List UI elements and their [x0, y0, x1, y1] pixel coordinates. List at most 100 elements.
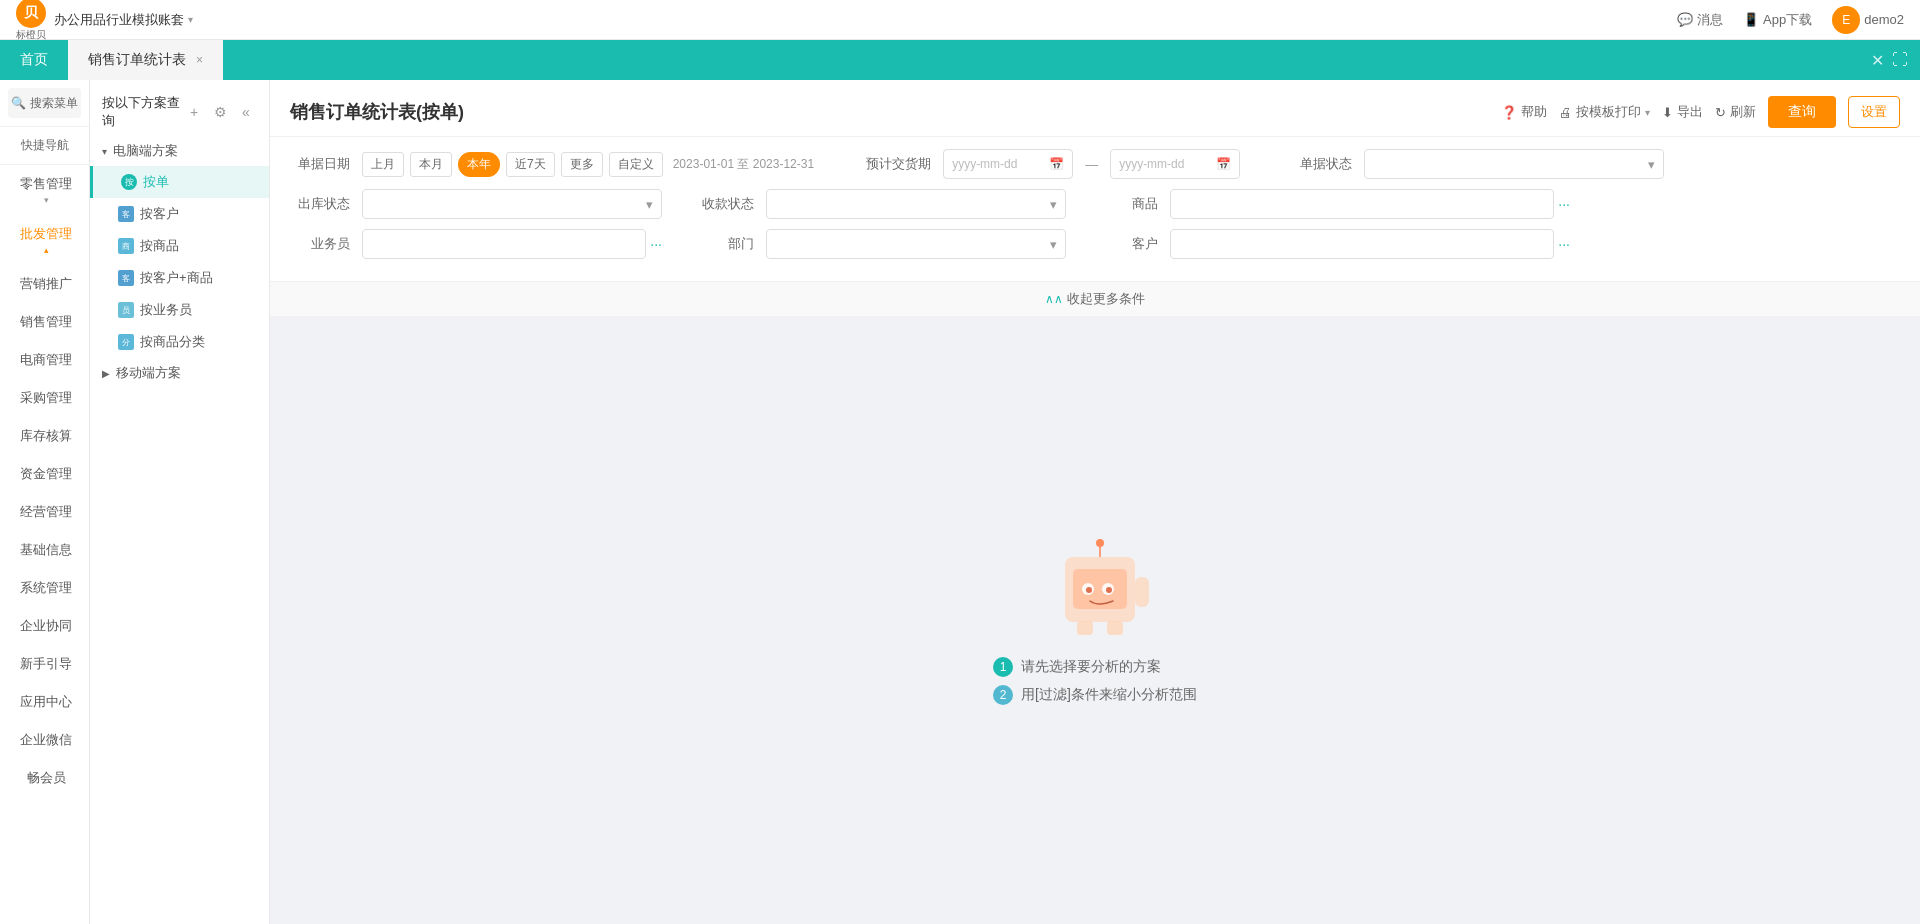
refresh-button[interactable]: ↻ 刷新	[1715, 103, 1756, 121]
sidebar-item-system[interactable]: 系统管理	[0, 569, 89, 607]
out-status-chevron-icon: ▾	[646, 197, 653, 212]
calendar-end-icon[interactable]: 📅	[1216, 157, 1231, 171]
empty-area: 1 请先选择要分析的方案 2 用[过滤]条件来缩小分析范围	[270, 317, 1920, 924]
tab-close-icon[interactable]: ×	[196, 53, 203, 67]
sidebar-item-wechat[interactable]: 企业微信	[0, 721, 89, 759]
search-icon: 🔍	[11, 96, 26, 110]
empty-content: 1 请先选择要分析的方案 2 用[过滤]条件来缩小分析范围	[993, 537, 1197, 705]
left-panel-header: 按以下方案查询 + ⚙ «	[90, 88, 269, 136]
date-curr-month-button[interactable]: 本月	[410, 152, 452, 177]
date-week-button[interactable]: 近7天	[506, 152, 555, 177]
left-panel-title: 按以下方案查询	[102, 94, 183, 130]
print-chevron-icon: ▾	[1645, 107, 1650, 118]
out-status-label: 出库状态	[290, 195, 350, 213]
add-scheme-button[interactable]: +	[183, 101, 205, 123]
export-label: 导出	[1677, 103, 1703, 121]
svg-point-7	[1096, 539, 1104, 547]
sidebar-item-inventory[interactable]: 库存核算	[0, 417, 89, 455]
staff-input[interactable]	[362, 229, 646, 259]
empty-tip-2: 2 用[过滤]条件来缩小分析范围	[993, 685, 1197, 705]
quick-nav-button[interactable]: 快捷导航	[0, 131, 89, 160]
app-label: App下载	[1763, 11, 1812, 29]
payment-status-select[interactable]: ▾	[766, 189, 1066, 219]
message-button[interactable]: 💬 消息	[1677, 11, 1723, 29]
svg-rect-1	[1073, 569, 1127, 609]
scheme-item-by-goods[interactable]: 商 按商品	[90, 230, 269, 262]
sidebar-item-app-label: 应用中心	[20, 693, 72, 711]
export-button[interactable]: ⬇ 导出	[1662, 103, 1703, 121]
print-label: 按模板打印	[1576, 103, 1641, 121]
desktop-group-label: 电脑端方案	[113, 142, 178, 160]
collapse-panel-button[interactable]: «	[235, 101, 257, 123]
sidebar-item-inventory-label: 库存核算	[20, 427, 72, 445]
sidebar-item-app[interactable]: 应用中心	[0, 683, 89, 721]
date-label: 单据日期	[290, 155, 350, 173]
forecast-start-input[interactable]: yyyy-mm-dd 📅	[943, 149, 1073, 179]
goods-label: 商品	[1098, 195, 1158, 213]
goods-input[interactable]	[1170, 189, 1554, 219]
scheme-group-mobile-header[interactable]: ▶ 移动端方案	[90, 358, 269, 388]
goods-ellipsis-icon[interactable]: ···	[1558, 196, 1570, 212]
sidebar-item-cooperation-label: 企业协同	[20, 617, 72, 635]
maximize-window-icon[interactable]: ⛶	[1892, 51, 1908, 69]
collapse-label: 收起更多条件	[1067, 290, 1145, 308]
help-link[interactable]: ❓ 帮助	[1501, 103, 1547, 121]
scheme-item-by-customer-goods[interactable]: 客 按客户+商品	[90, 262, 269, 294]
print-button[interactable]: 🖨 按模板打印 ▾	[1559, 103, 1650, 121]
top-bar-left: 贝 标橙贝 办公用品行业模拟账套 ▾	[16, 0, 193, 42]
scheme-icon-customer-goods: 客	[118, 270, 134, 286]
forecast-end-input[interactable]: yyyy-mm-dd 📅	[1110, 149, 1240, 179]
refresh-label: 刷新	[1730, 103, 1756, 121]
collapse-bar[interactable]: ∧∧ 收起更多条件	[270, 282, 1920, 317]
logo-area: 贝 标橙贝	[16, 0, 46, 42]
company-selector[interactable]: 办公用品行业模拟账套 ▾	[54, 11, 193, 29]
dept-chevron-icon: ▾	[1050, 237, 1057, 252]
scheme-icon-category: 分	[118, 334, 134, 350]
scheme-item-by-category[interactable]: 分 按商品分类	[90, 326, 269, 358]
date-custom-button[interactable]: 自定义	[609, 152, 663, 177]
sidebar-chevron-retail-icon: ▾	[44, 195, 49, 205]
sidebar-item-ecommerce[interactable]: 电商管理	[0, 341, 89, 379]
scheme-item-by-order[interactable]: 按 按单	[90, 166, 269, 198]
customer-input[interactable]	[1170, 229, 1554, 259]
calendar-start-icon[interactable]: 📅	[1049, 157, 1064, 171]
scheme-item-by-customer[interactable]: 客 按客户	[90, 198, 269, 230]
app-download-button[interactable]: 📱 App下载	[1743, 11, 1812, 29]
avatar: E	[1832, 6, 1860, 34]
setting-button[interactable]: 设置	[1848, 96, 1900, 128]
settings-scheme-button[interactable]: ⚙	[209, 101, 231, 123]
scheme-item-by-staff[interactable]: 员 按业务员	[90, 294, 269, 326]
sidebar-item-operations[interactable]: 经营管理	[0, 493, 89, 531]
tab-home[interactable]: 首页	[0, 40, 68, 80]
tip-num-1: 1	[993, 657, 1013, 677]
user-menu[interactable]: E demo2	[1832, 6, 1904, 34]
dept-select[interactable]: ▾	[766, 229, 1066, 259]
sidebar-item-finance-label: 资金管理	[20, 465, 72, 483]
sidebar-item-purchase[interactable]: 采购管理	[0, 379, 89, 417]
tab-sales-stats[interactable]: 销售订单统计表 ×	[68, 40, 223, 80]
help-icon: ❓	[1501, 105, 1517, 120]
bill-status-select[interactable]: ▾	[1364, 149, 1664, 179]
close-window-icon[interactable]: ✕	[1871, 51, 1884, 70]
sidebar-item-marketing[interactable]: 营销推广	[0, 265, 89, 303]
sidebar-item-wholesale[interactable]: 批发管理 ▴	[0, 215, 89, 265]
refresh-icon: ↻	[1715, 105, 1726, 120]
scheme-group-desktop-header[interactable]: ▾ 电脑端方案	[90, 136, 269, 166]
dept-label: 部门	[694, 235, 754, 253]
sidebar-item-cooperation[interactable]: 企业协同	[0, 607, 89, 645]
sidebar-item-sales[interactable]: 销售管理	[0, 303, 89, 341]
sidebar-item-member[interactable]: 畅会员	[0, 759, 89, 797]
date-year-button[interactable]: 本年	[458, 152, 500, 177]
date-prev-month-button[interactable]: 上月	[362, 152, 404, 177]
sidebar-item-retail[interactable]: 零售管理 ▾	[0, 165, 89, 215]
sidebar-item-guide[interactable]: 新手引导	[0, 645, 89, 683]
sidebar-item-finance[interactable]: 资金管理	[0, 455, 89, 493]
query-button[interactable]: 查询	[1768, 96, 1836, 128]
scheme-item-by-customer-label: 按客户	[140, 205, 179, 223]
search-menu-button[interactable]: 🔍 搜索菜单	[8, 88, 81, 118]
staff-ellipsis-icon[interactable]: ···	[650, 236, 662, 252]
customer-ellipsis-icon[interactable]: ···	[1558, 236, 1570, 252]
date-more-button[interactable]: 更多	[561, 152, 603, 177]
sidebar-item-basic[interactable]: 基础信息	[0, 531, 89, 569]
out-status-select[interactable]: ▾	[362, 189, 662, 219]
